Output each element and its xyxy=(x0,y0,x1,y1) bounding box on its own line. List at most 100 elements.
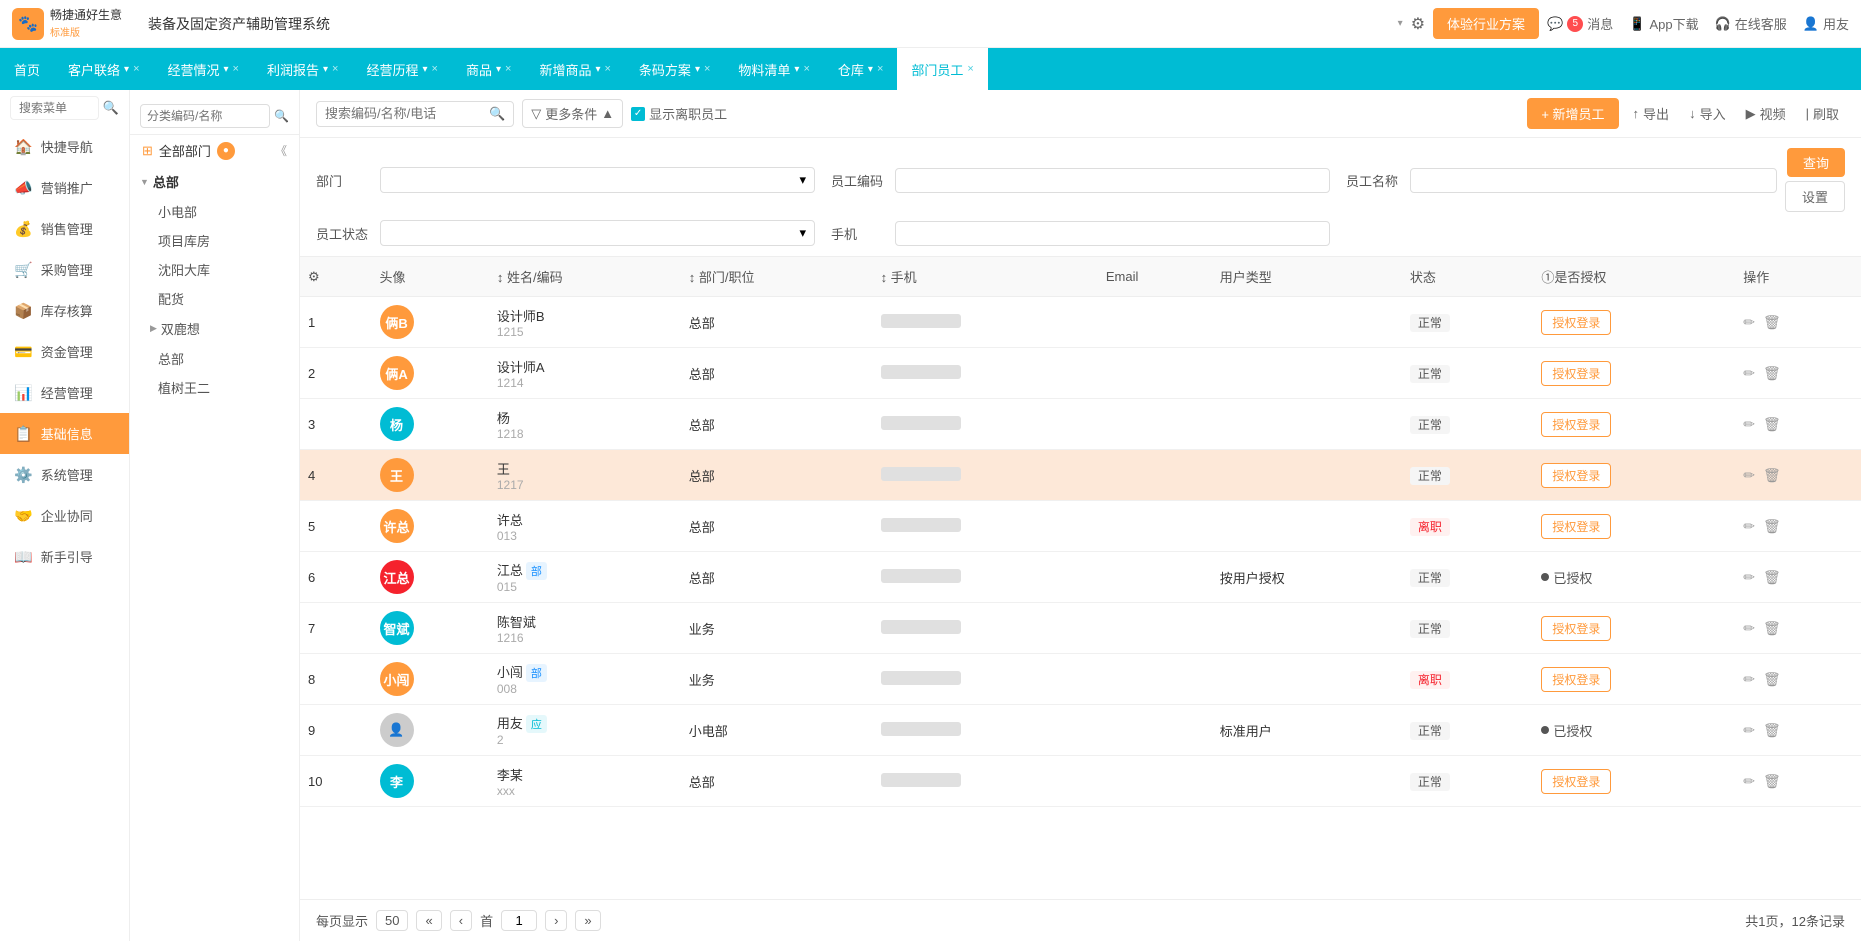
sidebar-item-system[interactable]: ⚙️ 系统管理 xyxy=(0,454,129,495)
show-departed-toggle[interactable]: ✓ 显示离职员工 xyxy=(631,104,727,123)
authorize-login-btn[interactable]: 授权登录 xyxy=(1541,616,1611,641)
authorize-login-btn[interactable]: 授权登录 xyxy=(1541,769,1611,794)
next-page-btn[interactable]: › xyxy=(545,910,567,931)
nav-tab-operations[interactable]: 经营情况 ▾ × xyxy=(154,48,253,90)
nav-tab-goods[interactable]: 商品 ▾ × xyxy=(452,48,525,90)
edit-icon[interactable]: ✏ xyxy=(1743,722,1755,739)
sidebar-item-purchase[interactable]: 🛒 采购管理 xyxy=(0,249,129,290)
dept-node-planting[interactable]: 植树王二 xyxy=(130,373,299,402)
sidebar-item-quicknav[interactable]: 🏠 快捷导航 xyxy=(0,126,129,167)
notification-btn[interactable]: 💬 5 消息 xyxy=(1547,14,1613,33)
edit-icon[interactable]: ✏ xyxy=(1743,467,1755,484)
last-page-btn[interactable]: » xyxy=(575,910,600,931)
authorize-login-btn[interactable]: 授权登录 xyxy=(1541,667,1611,692)
dept-node-xiao-dian[interactable]: 小电部 xyxy=(130,197,299,226)
phone-filter-input[interactable] xyxy=(895,221,1330,246)
query-button[interactable]: 查询 xyxy=(1787,148,1845,177)
delete-icon[interactable]: 🗑 xyxy=(1763,416,1781,433)
col-phone[interactable]: ↕ 手机 xyxy=(873,257,1098,297)
dept-node-headquarters[interactable]: ▼ 总部 xyxy=(130,166,299,197)
tab-close[interactable]: × xyxy=(233,63,239,75)
tab-close[interactable]: × xyxy=(877,63,883,75)
reset-button[interactable]: 设置 xyxy=(1785,181,1845,212)
nav-tab-bom[interactable]: 物料清单 ▾ × xyxy=(724,48,823,90)
import-button[interactable]: ↓ 导入 xyxy=(1683,100,1732,127)
authorize-login-btn[interactable]: 授权登录 xyxy=(1541,463,1611,488)
authorize-login-btn[interactable]: 授权登录 xyxy=(1541,310,1611,335)
authorize-login-btn[interactable]: 授权登录 xyxy=(1541,412,1611,437)
delete-icon[interactable]: 🗑 xyxy=(1763,722,1781,739)
dept-node-general[interactable]: 总部 xyxy=(130,344,299,373)
authorize-login-btn[interactable]: 授权登录 xyxy=(1541,361,1611,386)
collapse-icon[interactable]: 《 xyxy=(275,142,287,159)
tab-close[interactable]: × xyxy=(332,63,338,75)
page-number-input[interactable] xyxy=(501,910,537,931)
tab-close[interactable]: × xyxy=(803,63,809,75)
user-avatar-btn[interactable]: 👤 用友 xyxy=(1803,14,1849,33)
first-page-btn[interactable]: « xyxy=(416,910,441,931)
dept-filter-select[interactable]: ▾ xyxy=(380,167,815,193)
delete-icon[interactable]: 🗑 xyxy=(1763,773,1781,790)
dept-node-shenyang[interactable]: 沈阳大库 xyxy=(130,255,299,284)
delete-icon[interactable]: 🗑 xyxy=(1763,518,1781,535)
status-filter-select[interactable]: ▾ xyxy=(380,220,815,246)
tab-close[interactable]: × xyxy=(967,63,973,75)
nav-tab-warehouse[interactable]: 仓库 ▾ × xyxy=(824,48,897,90)
dept-search-input[interactable] xyxy=(140,104,270,128)
view-button[interactable]: ▶ 视频 xyxy=(1740,100,1792,127)
sidebar-item-finance[interactable]: 💳 资金管理 xyxy=(0,331,129,372)
authorize-login-btn[interactable]: 授权登录 xyxy=(1541,514,1611,539)
sidebar-item-collab[interactable]: 🤝 企业协同 xyxy=(0,495,129,536)
tab-close[interactable]: × xyxy=(505,63,511,75)
sidebar-item-sales[interactable]: 💰 销售管理 xyxy=(0,208,129,249)
prev-page-btn[interactable]: ‹ xyxy=(450,910,472,931)
employee-search-input[interactable] xyxy=(325,106,485,121)
edit-icon[interactable]: ✏ xyxy=(1743,518,1755,535)
edit-icon[interactable]: ✏ xyxy=(1743,365,1755,382)
delete-icon[interactable]: 🗑 xyxy=(1763,671,1781,688)
delete-icon[interactable]: 🗑 xyxy=(1763,569,1781,586)
delete-icon[interactable]: 🗑 xyxy=(1763,365,1781,382)
settings-icon[interactable]: ⚙ xyxy=(1411,14,1425,34)
nav-tab-history[interactable]: 经营历程 ▾ × xyxy=(352,48,451,90)
sidebar-item-guide[interactable]: 📖 新手引导 xyxy=(0,536,129,577)
empcode-filter-input[interactable] xyxy=(895,168,1330,193)
edit-icon[interactable]: ✏ xyxy=(1743,314,1755,331)
all-dept-header[interactable]: ⊞ 全部部门 ● 《 xyxy=(130,135,299,166)
edit-icon[interactable]: ✏ xyxy=(1743,773,1755,790)
edit-icon[interactable]: ✏ xyxy=(1743,569,1755,586)
dept-node-distribution[interactable]: 配货 xyxy=(130,284,299,313)
system-dropdown-arrow[interactable]: ▾ xyxy=(1398,18,1403,29)
delete-icon[interactable]: 🗑 xyxy=(1763,467,1781,484)
app-download-btn[interactable]: 📱 App下载 xyxy=(1629,14,1698,33)
edit-icon[interactable]: ✏ xyxy=(1743,416,1755,433)
tab-close[interactable]: × xyxy=(704,63,710,75)
delete-icon[interactable]: 🗑 xyxy=(1763,314,1781,331)
nav-tab-new-goods[interactable]: 新增商品 ▾ × xyxy=(525,48,624,90)
empname-filter-input[interactable] xyxy=(1410,168,1777,193)
col-settings[interactable]: ⚙ xyxy=(300,257,372,297)
edit-icon[interactable]: ✏ xyxy=(1743,620,1755,637)
tab-close[interactable]: × xyxy=(133,63,139,75)
online-support-btn[interactable]: 🎧 在线客服 xyxy=(1715,14,1787,33)
nav-tab-customers[interactable]: 客户联络 ▾ × xyxy=(54,48,153,90)
trial-button[interactable]: 体验行业方案 xyxy=(1433,8,1539,39)
nav-tab-home[interactable]: 首页 xyxy=(0,48,54,90)
col-dept[interactable]: ↕ 部门/职位 xyxy=(681,257,873,297)
nav-tab-profit[interactable]: 利润报告 ▾ × xyxy=(253,48,352,90)
sidebar-item-operations[interactable]: 📊 经营管理 xyxy=(0,372,129,413)
sidebar-item-inventory[interactable]: 📦 库存核算 xyxy=(0,290,129,331)
tab-close[interactable]: × xyxy=(432,63,438,75)
sidebar-item-marketing[interactable]: 📣 营销推广 xyxy=(0,167,129,208)
tab-close[interactable]: × xyxy=(604,63,610,75)
nav-tab-employees[interactable]: 部门员工 × xyxy=(897,48,987,90)
sidebar-search-input[interactable] xyxy=(10,96,99,120)
nav-tab-barcode[interactable]: 条码方案 ▾ × xyxy=(625,48,724,90)
edit-icon[interactable]: ✏ xyxy=(1743,671,1755,688)
per-page-value[interactable]: 50 xyxy=(376,910,408,931)
dept-node-shuanglu[interactable]: ▶ 双鹿想 xyxy=(130,313,299,344)
col-name[interactable]: ↕ 姓名/编码 xyxy=(489,257,681,297)
dept-node-project[interactable]: 项目库房 xyxy=(130,226,299,255)
export-button[interactable]: ↑ 导出 xyxy=(1627,100,1676,127)
add-employee-button[interactable]: + 新增员工 xyxy=(1527,98,1618,129)
